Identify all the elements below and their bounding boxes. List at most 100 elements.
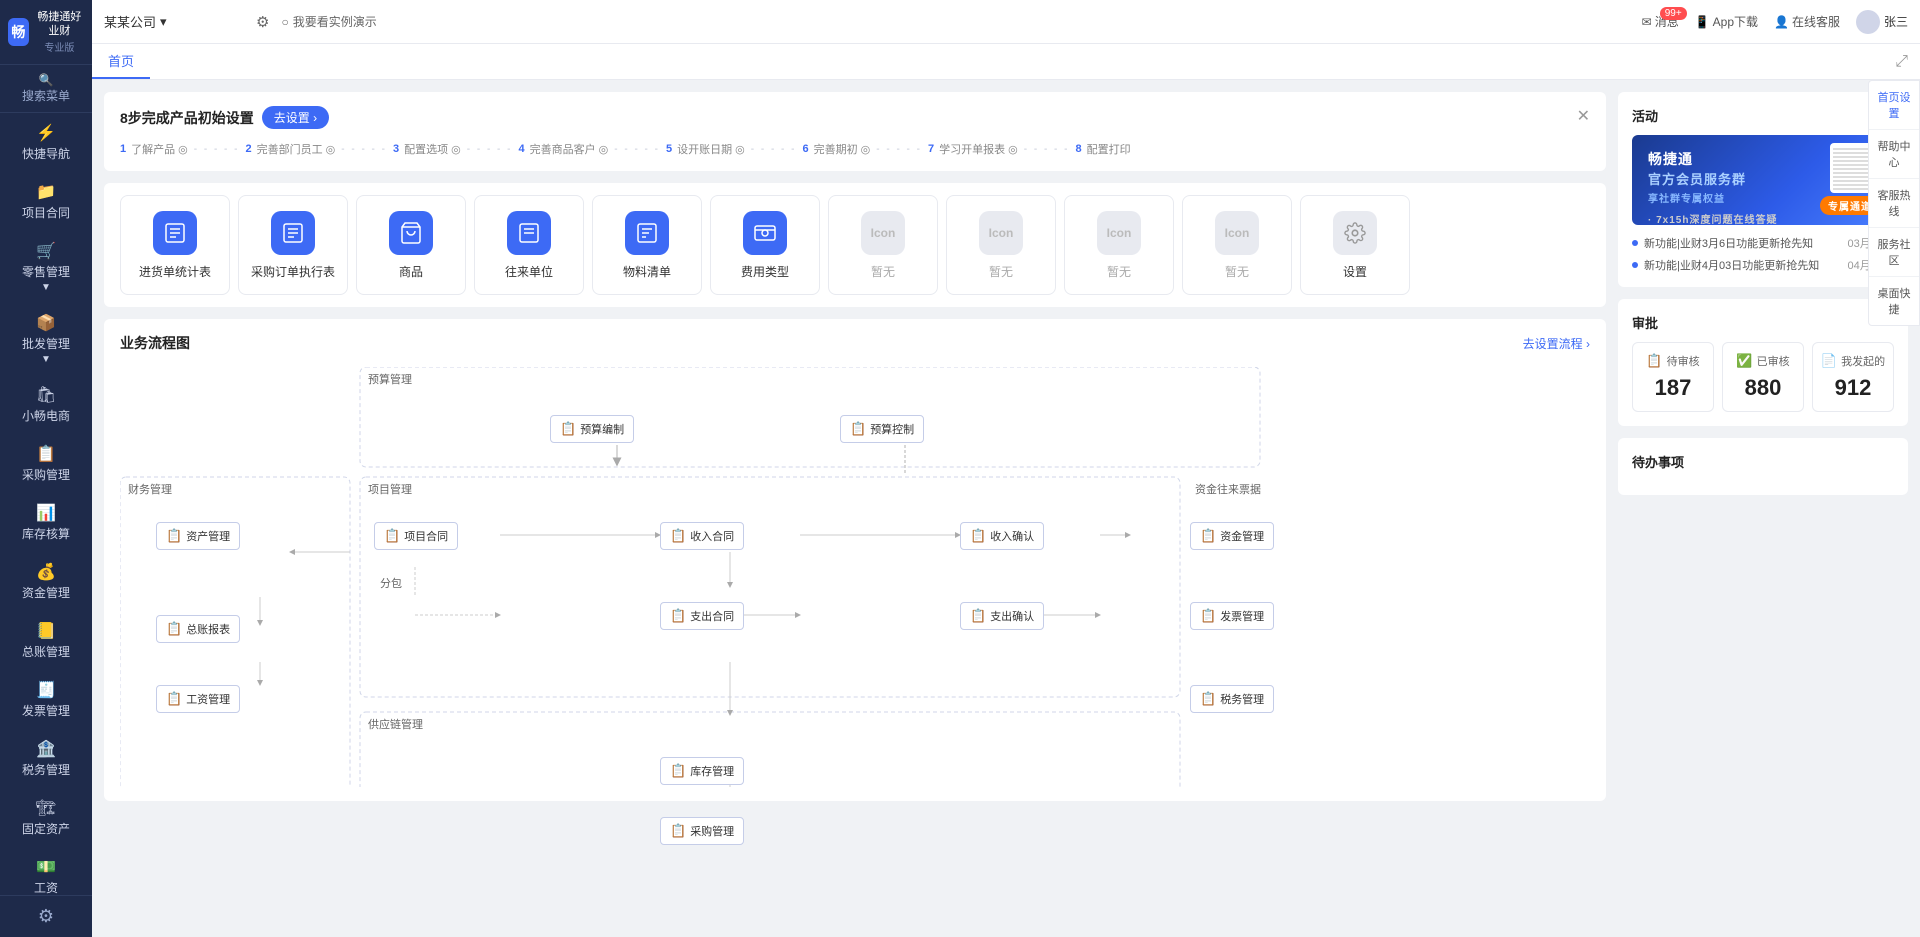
retail-arrow-icon: ▼ xyxy=(41,282,51,293)
node-project-contract[interactable]: 📋 项目合同 xyxy=(374,522,458,550)
icon-card-bom[interactable]: 物料清单 xyxy=(592,195,702,295)
approval-mine-count: 912 xyxy=(1819,375,1887,401)
quicknav-icon: ⚡ xyxy=(36,123,56,143)
app-download-button[interactable]: 📱 App下载 xyxy=(1695,13,1758,30)
setup-steps: 1 了解产品 ◎ - - - - - 2 完善部门员工 ◎ - - - - - … xyxy=(120,141,1590,157)
flow-diagram: 预算管理 财务管理 项目管理 供应链管理 资金往来票据 xyxy=(120,367,1590,787)
asset-icon: 📋 xyxy=(166,528,182,544)
sidebar-item-projectcontract[interactable]: 📁 项目合同 xyxy=(0,172,92,231)
icon-card-empty-1[interactable]: Icon 暂无 xyxy=(828,195,938,295)
sidebar-item-tax[interactable]: 🏦 税务管理 xyxy=(0,729,92,788)
settings-quick-icon xyxy=(1333,211,1377,255)
approval-pending-count: 187 xyxy=(1639,375,1707,401)
right-nav-desktop[interactable]: 桌面快捷 xyxy=(1869,277,1919,325)
sidebar-item-ecommerce[interactable]: 🛍 小畅电商 xyxy=(0,375,92,434)
ecommerce-icon: 🛍 xyxy=(36,385,56,405)
setup-btn[interactable]: 去设置 › xyxy=(262,106,329,129)
tab-home[interactable]: 首页 xyxy=(92,44,150,79)
node-capital-mgmt[interactable]: 📋 资金管理 xyxy=(1190,522,1274,550)
icon-card-empty-3[interactable]: Icon 暂无 xyxy=(1064,195,1174,295)
node-income-confirm[interactable]: 📋 收入确认 xyxy=(960,522,1044,550)
approval-done-count: 880 xyxy=(1729,375,1797,401)
right-nav-home[interactable]: 首页设置 xyxy=(1869,81,1919,130)
news-dot-2 xyxy=(1632,262,1638,268)
icon-card-goods[interactable]: 商品 xyxy=(356,195,466,295)
sidebar-item-purchase[interactable]: 📋 采购管理 xyxy=(0,434,92,493)
setup-title: 8步完成产品初始设置 去设置 › xyxy=(120,106,1590,129)
flow-section: 业务流程图 去设置流程 › 预算管理 财务管理 xyxy=(104,319,1606,801)
sidebar-item-quicknav[interactable]: ⚡ 快捷导航 xyxy=(0,113,92,172)
node-budget-exec[interactable]: 📋 预算控制 xyxy=(840,415,924,443)
topbar: 某某公司 ▾ ⚙ ○ 我要看实例演示 ✉ 消息 99+ 📱 App下载 👤 在线… xyxy=(92,0,1920,44)
right-nav: 首页设置 帮助中心 客服热线 服务社区 桌面快捷 xyxy=(1868,80,1920,326)
node-inventory-mgmt[interactable]: 📋 库存管理 xyxy=(660,757,744,785)
svg-text:项目管理: 项目管理 xyxy=(368,482,412,496)
wholesale-arrow-icon: ▼ xyxy=(41,354,51,365)
node-expense-contract[interactable]: 📋 支出合同 xyxy=(660,602,744,630)
icon-card-purchase-order[interactable]: 采购订单执行表 xyxy=(238,195,348,295)
setup-step-5: 5 设开账日期 ◎ xyxy=(666,141,745,157)
sidebar-search[interactable]: 🔍 搜索菜单 xyxy=(0,65,92,113)
node-purchase-mgmt[interactable]: 📋 采购管理 xyxy=(660,817,744,845)
sidebar-item-retail[interactable]: 🛒 零售管理 ▼ xyxy=(0,231,92,303)
right-nav-hotline[interactable]: 客服热线 xyxy=(1869,179,1919,228)
sidebar-item-generalledger[interactable]: 📒 总账管理 xyxy=(0,611,92,670)
node-expense-confirm[interactable]: 📋 支出确认 xyxy=(960,602,1044,630)
sidebar-item-capital[interactable]: 💰 资金管理 xyxy=(0,552,92,611)
company-name: 某某公司 xyxy=(104,12,156,31)
node-general-ledger[interactable]: 📋 总账报表 xyxy=(156,615,240,643)
icon-card-inventory-report[interactable]: 进货单统计表 xyxy=(120,195,230,295)
icon-card-empty-2[interactable]: Icon 暂无 xyxy=(946,195,1056,295)
tax-icon: 🏦 xyxy=(36,739,56,759)
inventory-report-icon xyxy=(153,211,197,255)
demo-link[interactable]: ○ 我要看实例演示 xyxy=(281,13,376,30)
settings-bottom-icon: ⚙ xyxy=(38,906,54,926)
capital-mgmt-icon: 📋 xyxy=(1200,528,1216,544)
node-asset-mgmt[interactable]: 📋 资产管理 xyxy=(156,522,240,550)
general-ledger-icon: 📋 xyxy=(166,621,182,637)
projectcontract-icon: 📁 xyxy=(36,182,56,202)
user-menu[interactable]: 张三 xyxy=(1856,10,1908,34)
node-salary-mgmt[interactable]: 📋 工资管理 xyxy=(156,685,240,713)
sidebar-item-inventory[interactable]: 📊 库存核算 xyxy=(0,493,92,552)
approval-mine-icon: 📄 xyxy=(1821,353,1837,369)
approval-pending-label: 📋 待审核 xyxy=(1639,353,1707,369)
tabbar-expand-icon[interactable]: ⤢ xyxy=(1883,53,1920,71)
tax-mgmt-icon: 📋 xyxy=(1200,691,1216,707)
node-budget-control[interactable]: 📋 预算编制 xyxy=(550,415,634,443)
company-selector[interactable]: 某某公司 ▾ xyxy=(104,12,244,31)
app-download-icon: 📱 xyxy=(1695,15,1710,29)
sidebar-item-fixedasset[interactable]: 🏗 固定资产 xyxy=(0,788,92,847)
sidebar-settings-bottom[interactable]: ⚙ xyxy=(0,895,92,937)
icon-card-settings[interactable]: 设置 xyxy=(1300,195,1410,295)
setup-step-3: 3 配置选项 ◎ xyxy=(393,141,461,157)
node-tax-mgmt[interactable]: 📋 税务管理 xyxy=(1190,685,1274,713)
icon-card-empty-4[interactable]: Icon 暂无 xyxy=(1182,195,1292,295)
node-income-contract[interactable]: 📋 收入合同 xyxy=(660,522,744,550)
approval-card-pending[interactable]: 📋 待审核 187 xyxy=(1632,342,1714,412)
approval-title: 审批 xyxy=(1632,313,1894,332)
messages-button[interactable]: ✉ 消息 99+ xyxy=(1642,13,1679,30)
right-nav-help[interactable]: 帮助中心 xyxy=(1869,130,1919,179)
icon-card-cost-type[interactable]: 费用类型 xyxy=(710,195,820,295)
right-nav-community[interactable]: 服务社区 xyxy=(1869,228,1919,277)
purchase-order-icon xyxy=(271,211,315,255)
approval-card-mine[interactable]: 📄 我发起的 912 xyxy=(1812,342,1894,412)
flow-setting-link[interactable]: 去设置流程 › xyxy=(1523,335,1590,352)
content-left: 8步完成产品初始设置 去设置 › 1 了解产品 ◎ - - - - - 2 完善… xyxy=(104,92,1606,925)
cost-type-icon xyxy=(743,211,787,255)
invoice-icon: 🧾 xyxy=(36,680,56,700)
activity-banner[interactable]: 畅捷通 官方会员服务群 享社群专属权益 · 7x15h深度问题在线答疑 · 社群… xyxy=(1632,135,1894,225)
online-service-button[interactable]: 👤 在线客服 xyxy=(1774,13,1840,30)
setup-close-icon[interactable]: ✕ xyxy=(1577,106,1590,126)
sidebar-item-salary[interactable]: 💵 工资 xyxy=(0,847,92,895)
flow-header: 业务流程图 去设置流程 › xyxy=(120,333,1590,353)
approval-card-done[interactable]: ✅ 已审核 880 xyxy=(1722,342,1804,412)
sidebar-item-invoice[interactable]: 🧾 发票管理 xyxy=(0,670,92,729)
sidebar-item-wholesale[interactable]: 📦 批发管理 ▼ xyxy=(0,303,92,375)
pending-section: 待办事项 xyxy=(1618,438,1908,495)
node-invoice-mgmt[interactable]: 📋 发票管理 xyxy=(1190,602,1274,630)
icon-card-partner[interactable]: 往来单位 xyxy=(474,195,584,295)
generalledger-icon: 📒 xyxy=(36,621,56,641)
topbar-settings-icon[interactable]: ⚙ xyxy=(256,13,269,31)
